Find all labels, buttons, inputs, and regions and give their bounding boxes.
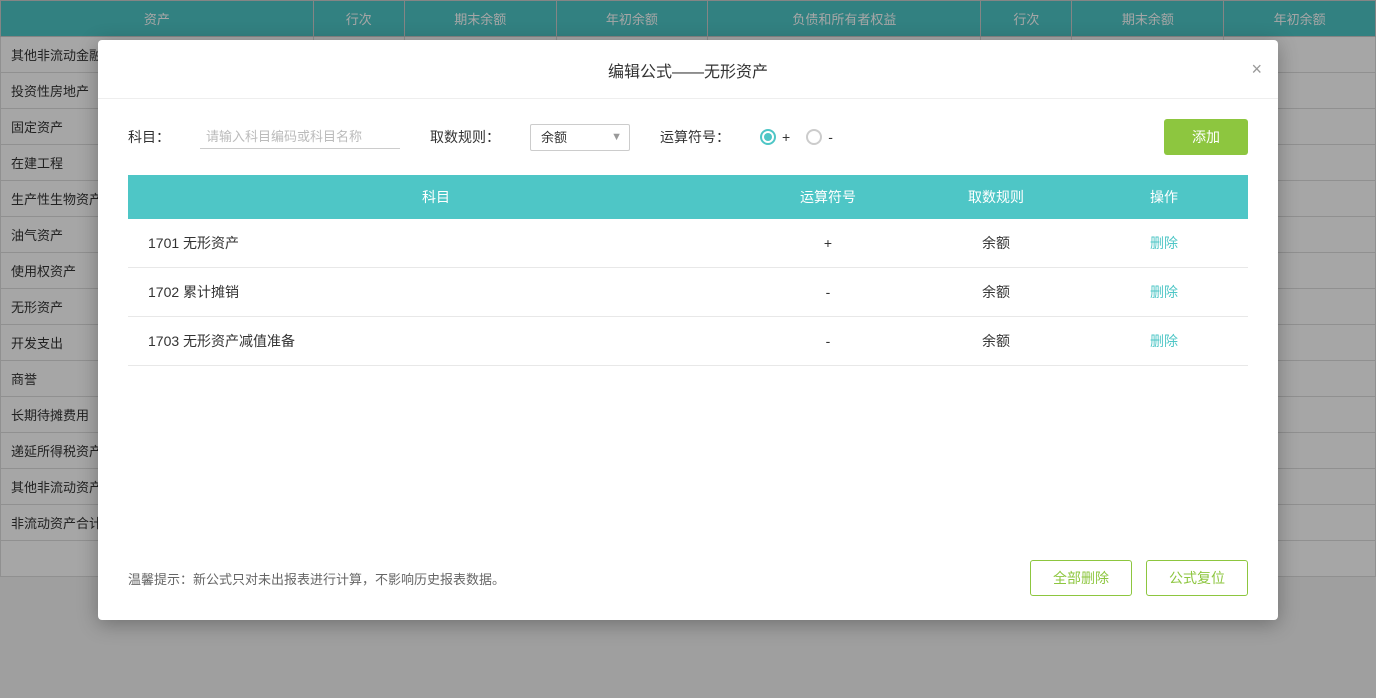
formula-operator-2: -	[744, 317, 912, 366]
formula-table-row: 1701 无形资产+余额 删除	[128, 219, 1248, 268]
formula-operator-0: +	[744, 219, 912, 268]
modal-close-button[interactable]: ×	[1251, 60, 1262, 78]
formula-subject-1: 1702 累计摊销	[128, 268, 744, 317]
subject-label: 科目：	[128, 127, 170, 147]
formula-rule-2: 余额	[912, 317, 1080, 366]
subject-input[interactable]	[200, 125, 400, 149]
radio-minus[interactable]: -	[806, 129, 833, 145]
modal-title: 编辑公式——无形资产	[608, 64, 768, 81]
formula-rule-1: 余额	[912, 268, 1080, 317]
form-row: 科目： 取数规则： 余额 借方 贷方 借方发生额 贷方发生额 ▼ 运算符号： +	[98, 99, 1278, 175]
radio-plus-label: +	[782, 129, 790, 145]
formula-action-2: 删除	[1080, 317, 1248, 366]
radio-plus-circle	[760, 129, 776, 145]
table-header-action: 操作	[1080, 175, 1248, 219]
modal-footer: 温馨提示：新公式只对未出报表进行计算，不影响历史报表数据。 全部删除 公式复位	[98, 540, 1278, 620]
delete-row-button-2[interactable]: 删除	[1150, 333, 1178, 349]
delete-all-button[interactable]: 全部删除	[1030, 560, 1132, 596]
formula-action-1: 删除	[1080, 268, 1248, 317]
reset-formula-button[interactable]: 公式复位	[1146, 560, 1248, 596]
formula-table: 科目 运算符号 取数规则 操作 1701 无形资产+余额删除1702 累计摊销-…	[128, 175, 1248, 366]
operator-radio-group: + -	[760, 129, 833, 145]
radio-minus-label: -	[828, 129, 833, 145]
formula-subject-0: 1701 无形资产	[128, 219, 744, 268]
formula-action-0: 删除	[1080, 219, 1248, 268]
footer-buttons: 全部删除 公式复位	[1030, 560, 1248, 596]
formula-table-row: 1702 累计摊销-余额 删除	[128, 268, 1248, 317]
footer-tip: 温馨提示：新公式只对未出报表进行计算，不影响历史报表数据。	[128, 569, 505, 588]
add-button[interactable]: 添加	[1164, 119, 1248, 155]
delete-row-button-1[interactable]: 删除	[1150, 284, 1178, 300]
modal-dialog: 编辑公式——无形资产 × 科目： 取数规则： 余额 借方 贷方 借方发生额 贷方…	[98, 40, 1278, 620]
rule-select[interactable]: 余额 借方 贷方 借方发生额 贷方发生额	[530, 124, 630, 151]
formula-operator-1: -	[744, 268, 912, 317]
table-area: 科目 运算符号 取数规则 操作 1701 无形资产+余额删除1702 累计摊销-…	[98, 175, 1278, 540]
formula-table-row: 1703 无形资产减值准备-余额 删除	[128, 317, 1248, 366]
modal-overlay: 编辑公式——无形资产 × 科目： 取数规则： 余额 借方 贷方 借方发生额 贷方…	[0, 0, 1376, 698]
operator-label: 运算符号：	[660, 127, 730, 147]
radio-minus-circle	[806, 129, 822, 145]
delete-row-button-0[interactable]: 删除	[1150, 235, 1178, 251]
formula-rule-0: 余额	[912, 219, 1080, 268]
formula-subject-2: 1703 无形资产减值准备	[128, 317, 744, 366]
rule-label: 取数规则：	[430, 127, 500, 147]
modal-header: 编辑公式——无形资产 ×	[98, 40, 1278, 99]
rule-select-wrapper: 余额 借方 贷方 借方发生额 贷方发生额 ▼	[530, 124, 630, 151]
table-header-operator: 运算符号	[744, 175, 912, 219]
radio-plus[interactable]: +	[760, 129, 790, 145]
table-header-rule: 取数规则	[912, 175, 1080, 219]
table-header-subject: 科目	[128, 175, 744, 219]
